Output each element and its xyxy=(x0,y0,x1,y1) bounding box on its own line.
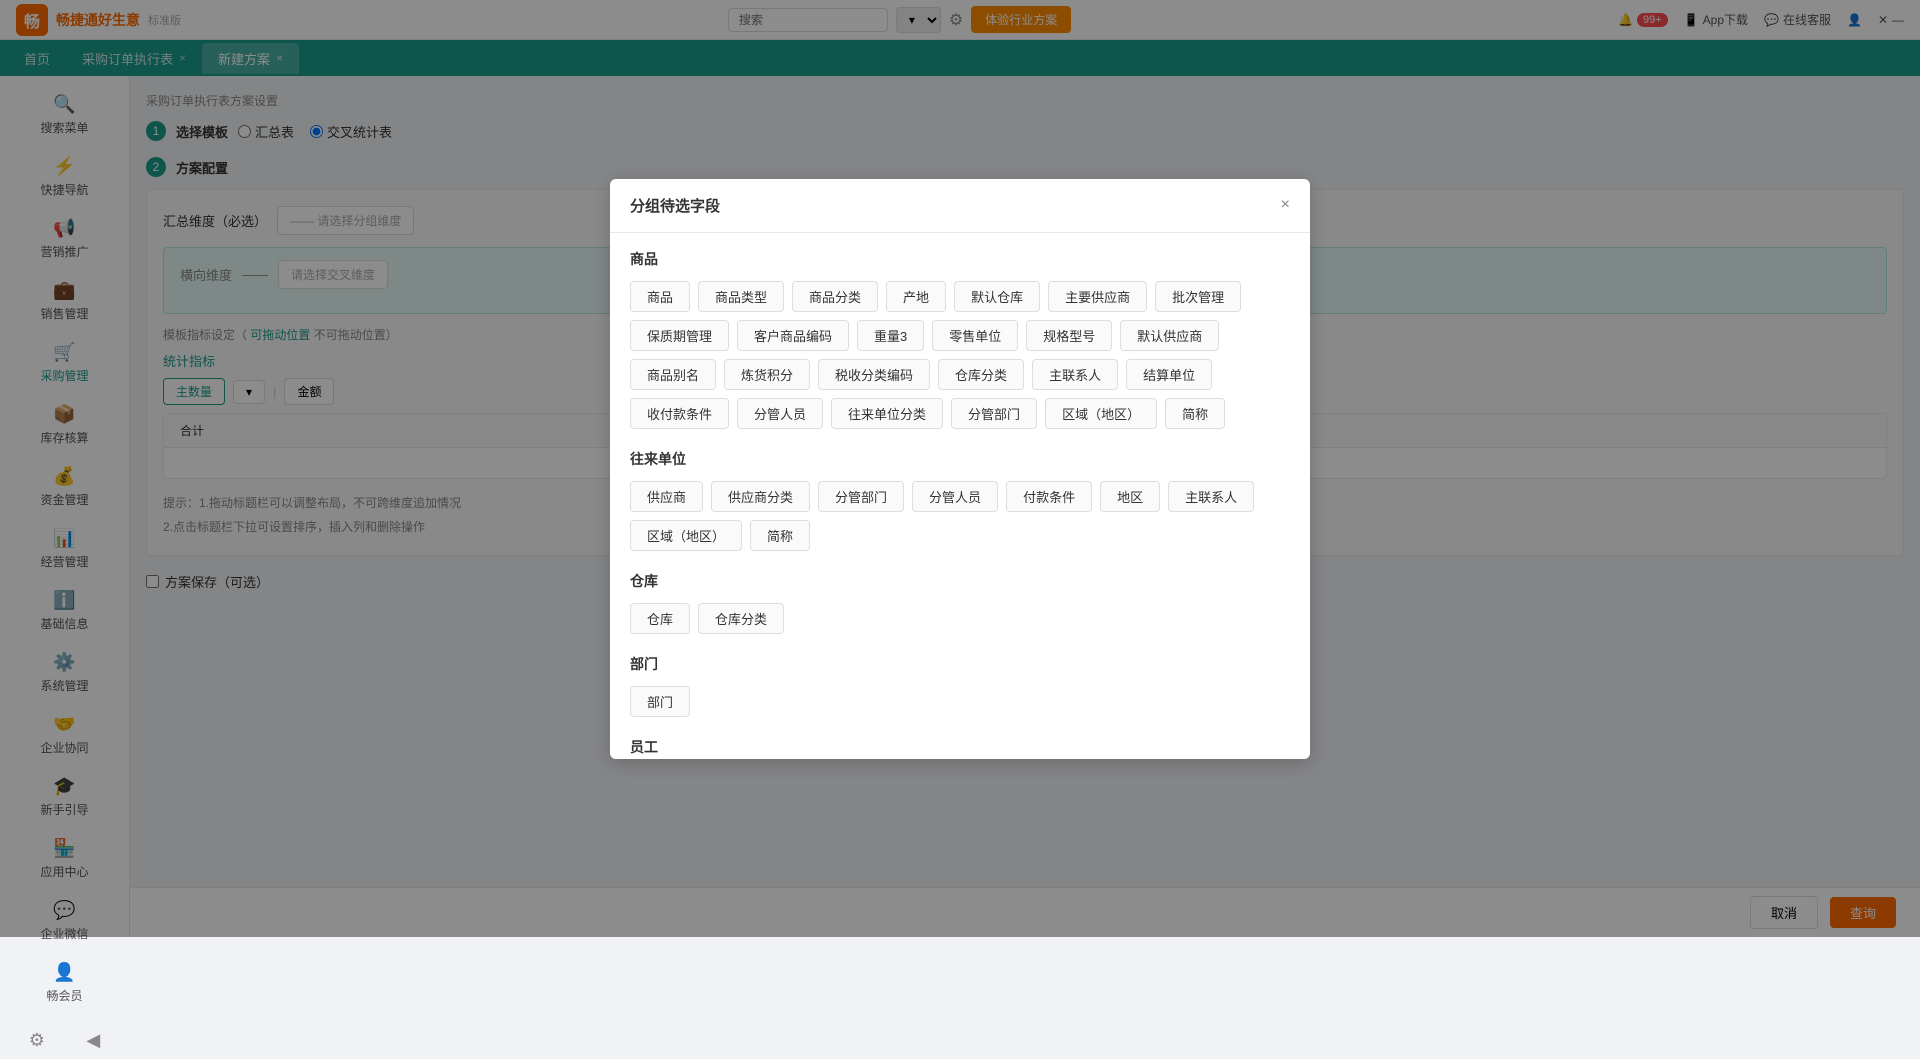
field-tag[interactable]: 规格型号 xyxy=(1026,320,1112,351)
field-tag[interactable]: 供应商分类 xyxy=(711,481,810,512)
field-tag[interactable]: 地区 xyxy=(1100,481,1160,512)
field-tag[interactable]: 分管人员 xyxy=(737,398,823,429)
modal: 分组待选字段 × 商品 商品商品类型商品分类产地默认仓库主要供应商批次管理保质期… xyxy=(610,179,1310,759)
sidebar-collapse-btn[interactable]: ◀ xyxy=(86,1030,100,1051)
field-tag[interactable]: 部门 xyxy=(630,686,690,717)
field-tag[interactable]: 收付款条件 xyxy=(630,398,729,429)
field-section-employee: 员工 业务员 xyxy=(630,737,1290,759)
section-title-dept: 部门 xyxy=(630,654,1290,674)
field-section-partner: 往来单位 供应商供应商分类分管部门分管人员付款条件地区主联系人区域（地区） 简称 xyxy=(630,449,1290,551)
modal-body: 商品 商品商品类型商品分类产地默认仓库主要供应商批次管理保质期管理客户商品编码重… xyxy=(610,233,1310,759)
section-title-partner: 往来单位 xyxy=(630,449,1290,469)
field-section-dept: 部门 部门 xyxy=(630,654,1290,717)
field-tag[interactable]: 重量3 xyxy=(857,320,924,351)
field-tag[interactable]: 商品分类 xyxy=(792,281,878,312)
field-tag[interactable]: 主要供应商 xyxy=(1048,281,1147,312)
field-tag[interactable]: 仓库分类 xyxy=(938,359,1024,390)
sidebar-settings-btn[interactable]: ⚙ xyxy=(29,1030,45,1051)
section-title-warehouse: 仓库 xyxy=(630,571,1290,591)
field-tag[interactable]: 往来单位分类 xyxy=(831,398,943,429)
field-tag[interactable]: 结算单位 xyxy=(1126,359,1212,390)
field-tags-goods: 商品商品类型商品分类产地默认仓库主要供应商批次管理保质期管理客户商品编码重量3 零… xyxy=(630,281,1290,429)
modal-header: 分组待选字段 × xyxy=(610,179,1310,233)
field-tag[interactable]: 仓库 xyxy=(630,603,690,634)
field-tag[interactable]: 商品别名 xyxy=(630,359,716,390)
modal-close-btn[interactable]: × xyxy=(1281,196,1290,214)
field-section-warehouse: 仓库 仓库仓库分类 xyxy=(630,571,1290,634)
field-tags-warehouse: 仓库仓库分类 xyxy=(630,603,1290,634)
field-tag[interactable]: 产地 xyxy=(886,281,946,312)
field-tag[interactable]: 仓库分类 xyxy=(698,603,784,634)
field-tag[interactable]: 批次管理 xyxy=(1155,281,1241,312)
member-icon: 👤 xyxy=(53,962,75,983)
section-title-goods: 商品 xyxy=(630,249,1290,269)
field-tag[interactable]: 客户商品编码 xyxy=(737,320,849,351)
field-tag[interactable]: 分管部门 xyxy=(951,398,1037,429)
field-tags-partner: 供应商供应商分类分管部门分管人员付款条件地区主联系人区域（地区） 简称 xyxy=(630,481,1290,551)
field-tag[interactable]: 商品 xyxy=(630,281,690,312)
field-tag[interactable]: 默认供应商 xyxy=(1120,320,1219,351)
field-tag[interactable]: 主联系人 xyxy=(1168,481,1254,512)
field-tag[interactable]: 炼货积分 xyxy=(724,359,810,390)
field-tag[interactable]: 税收分类编码 xyxy=(818,359,930,390)
field-tag[interactable]: 区域（地区） xyxy=(630,520,742,551)
field-tag[interactable]: 分管部门 xyxy=(818,481,904,512)
modal-title: 分组待选字段 xyxy=(630,195,720,216)
field-tag[interactable]: 区域（地区） xyxy=(1045,398,1157,429)
field-tag[interactable]: 分管人员 xyxy=(912,481,998,512)
field-tag[interactable]: 默认仓库 xyxy=(954,281,1040,312)
section-title-employee: 员工 xyxy=(630,737,1290,757)
field-tag[interactable]: 简称 xyxy=(750,520,810,551)
field-tag[interactable]: 保质期管理 xyxy=(630,320,729,351)
field-section-goods: 商品 商品商品类型商品分类产地默认仓库主要供应商批次管理保质期管理客户商品编码重… xyxy=(630,249,1290,429)
sidebar-item-member[interactable]: 👤 畅会员 xyxy=(0,952,129,1014)
field-tag[interactable]: 商品类型 xyxy=(698,281,784,312)
field-tag[interactable]: 简称 xyxy=(1165,398,1225,429)
field-tag[interactable]: 付款条件 xyxy=(1006,481,1092,512)
modal-overlay[interactable]: 分组待选字段 × 商品 商品商品类型商品分类产地默认仓库主要供应商批次管理保质期… xyxy=(0,0,1920,937)
sidebar-label-member: 畅会员 xyxy=(46,987,82,1004)
field-tag[interactable]: 供应商 xyxy=(630,481,703,512)
field-tags-dept: 部门 xyxy=(630,686,1290,717)
field-tag[interactable]: 主联系人 xyxy=(1032,359,1118,390)
field-tag[interactable]: 零售单位 xyxy=(932,320,1018,351)
